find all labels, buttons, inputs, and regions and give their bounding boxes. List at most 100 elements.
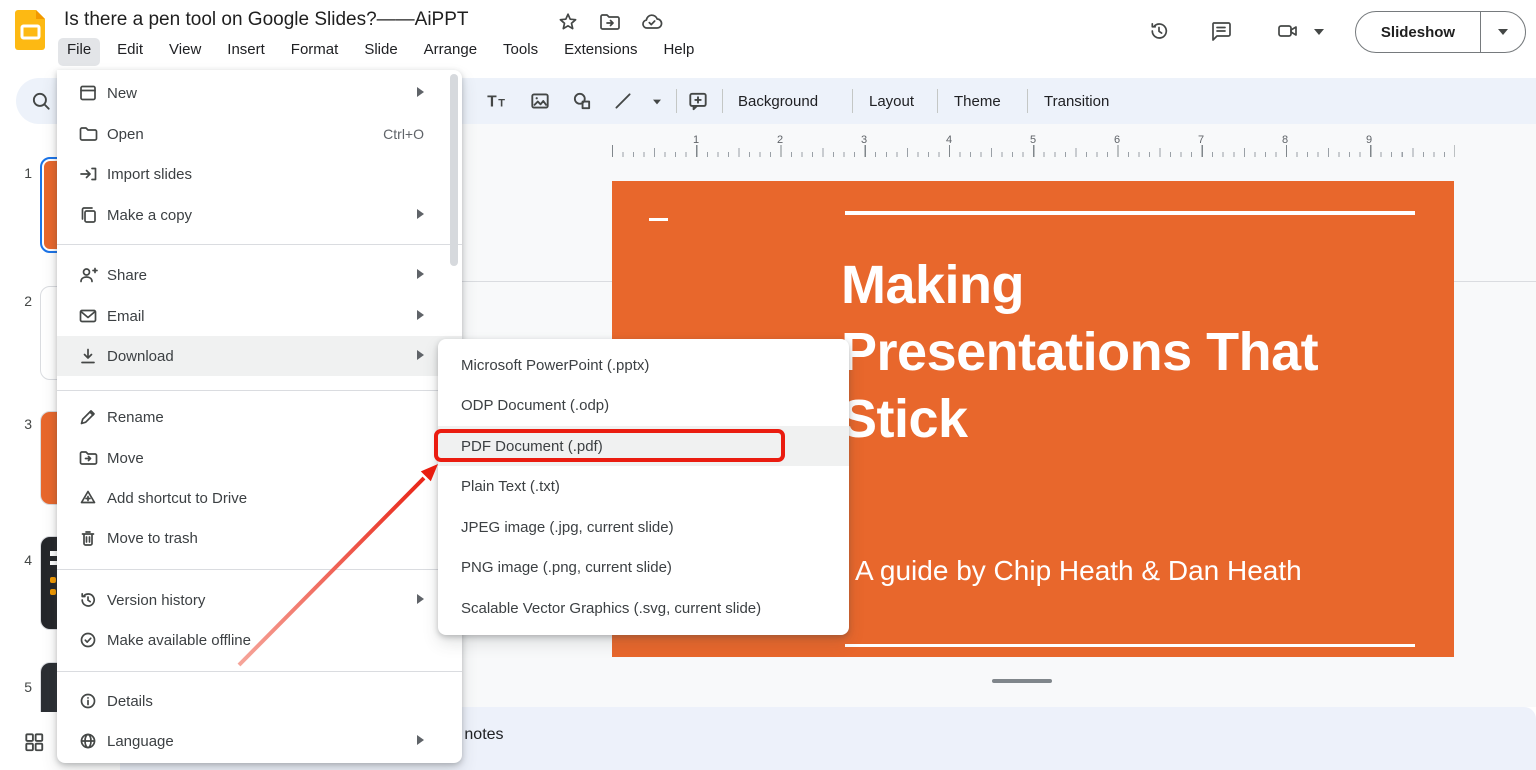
submenu-arrow-icon <box>417 594 424 604</box>
slide-title-text[interactable]: Making Presentations That Stick <box>841 252 1431 453</box>
ruler-number: 5 <box>1029 134 1037 146</box>
slideshow-button[interactable]: Slideshow <box>1356 24 1480 41</box>
submenu-item-txt[interactable]: Plain Text (.txt) <box>438 466 849 506</box>
line-dropdown-icon[interactable] <box>653 99 661 105</box>
menu-slide[interactable]: Slide <box>355 38 406 66</box>
menu-item-import-slides[interactable]: Import slides <box>57 154 462 194</box>
slideshow-split-button: Slideshow <box>1355 11 1526 53</box>
submenu-arrow-icon <box>417 350 424 360</box>
slide-dash-decoration <box>649 218 668 221</box>
toolbar-divider <box>937 89 938 113</box>
menu-format[interactable]: Format <box>282 38 348 66</box>
ruler-number: 9 <box>1365 134 1373 146</box>
slide-top-rule <box>845 211 1415 215</box>
submenu-arrow-icon <box>417 310 424 320</box>
cloud-saved-icon[interactable] <box>640 10 664 39</box>
menu-view[interactable]: View <box>160 38 210 66</box>
slide-number: 4 <box>24 552 32 568</box>
file-menu: New Open Ctrl+O Import slides Make a copy… <box>57 70 462 763</box>
shortcut-label: Ctrl+O <box>383 126 424 142</box>
rename-icon <box>80 410 95 425</box>
menu-separator <box>57 390 462 391</box>
menu-item-open[interactable]: Open Ctrl+O <box>57 114 462 154</box>
menu-extensions[interactable]: Extensions <box>555 38 646 66</box>
menu-item-details[interactable]: Details <box>57 681 462 721</box>
svg-text:T: T <box>498 98 505 110</box>
offline-icon <box>80 632 96 648</box>
slide-bottom-rule <box>845 644 1415 647</box>
background-button[interactable]: Background <box>738 78 818 124</box>
svg-text:T: T <box>487 94 497 111</box>
make-a-copy-icon <box>81 207 96 223</box>
google-slides-logo[interactable] <box>14 8 48 57</box>
ruler-number: 6 <box>1113 134 1121 146</box>
document-title[interactable]: Is there a pen tool on Google Slides?——A… <box>64 9 469 31</box>
menu-insert[interactable]: Insert <box>218 38 274 66</box>
menu-item-download[interactable]: Download <box>57 336 462 376</box>
menu-file[interactable]: File <box>58 38 101 66</box>
theme-button[interactable]: Theme <box>954 78 1001 124</box>
grid-view-icon[interactable] <box>23 731 45 758</box>
notes-resize-handle[interactable] <box>992 679 1052 683</box>
menu-item-make-a-copy[interactable]: Make a copy <box>57 195 462 235</box>
ruler-number: 1 <box>692 134 700 146</box>
annotation-highlight-box <box>434 429 785 462</box>
menu-item-move[interactable]: Move <box>57 438 462 478</box>
meet-camera-icon[interactable] <box>1276 19 1300 48</box>
menu-separator <box>57 671 462 672</box>
download-icon <box>81 348 95 364</box>
insert-comment-icon[interactable] <box>687 78 709 124</box>
submenu-arrow-icon <box>417 269 424 279</box>
info-icon <box>80 693 96 709</box>
comments-icon[interactable] <box>1209 19 1233 48</box>
submenu-item-odp[interactable]: ODP Document (.odp) <box>438 385 849 425</box>
globe-icon <box>80 733 96 749</box>
menu-separator <box>57 244 462 245</box>
slide-number: 5 <box>24 679 32 695</box>
open-icon <box>79 127 98 141</box>
menu-item-share[interactable]: Share <box>57 255 462 295</box>
slideshow-dropdown-button[interactable] <box>1481 29 1525 35</box>
submenu-item-svg[interactable]: Scalable Vector Graphics (.svg, current … <box>438 588 849 628</box>
text-box-icon[interactable]: TT <box>485 78 507 124</box>
menu-item-move-to-trash[interactable]: Move to trash <box>57 518 462 558</box>
submenu-arrow-icon <box>417 87 424 97</box>
ruler-number: 7 <box>1197 134 1205 146</box>
thumbnail-accent-mark <box>50 589 56 595</box>
ruler-number: 2 <box>776 134 784 146</box>
toolbar-divider <box>676 89 677 113</box>
menu-item-email[interactable]: Email <box>57 296 462 336</box>
menu-tools[interactable]: Tools <box>494 38 547 66</box>
trash-icon <box>81 531 95 546</box>
menu-item-version-history[interactable]: Version history <box>57 580 462 620</box>
meet-camera-dropdown-icon[interactable] <box>1314 29 1324 35</box>
menu-item-new[interactable]: New <box>57 73 462 113</box>
submenu-item-png[interactable]: PNG image (.png, current slide) <box>438 547 849 587</box>
insert-image-icon[interactable] <box>529 78 551 124</box>
star-icon[interactable] <box>556 10 580 39</box>
menu-scrollbar[interactable] <box>450 74 458 266</box>
insert-line-icon[interactable] <box>612 78 634 124</box>
menu-item-make-available-offline[interactable]: Make available offline <box>57 620 462 660</box>
thumbnail-accent-mark <box>50 577 56 583</box>
menu-item-language[interactable]: Language <box>57 721 462 761</box>
menu-edit[interactable]: Edit <box>108 38 152 66</box>
version-history-icon <box>81 592 96 607</box>
submenu-item-jpeg[interactable]: JPEG image (.jpg, current slide) <box>438 507 849 547</box>
search-menus-icon[interactable] <box>30 78 52 124</box>
toolbar-divider <box>1027 89 1028 113</box>
slide-number: 2 <box>24 293 32 309</box>
add-shortcut-drive-icon <box>80 490 96 504</box>
transition-button[interactable]: Transition <box>1044 78 1109 124</box>
layout-button[interactable]: Layout <box>869 78 914 124</box>
move-to-folder-icon[interactable] <box>598 10 622 39</box>
menu-help[interactable]: Help <box>654 38 703 66</box>
version-history-icon[interactable] <box>1147 19 1171 48</box>
slide-subtitle-text[interactable]: A guide by Chip Heath & Dan Heath <box>855 555 1302 587</box>
insert-shape-icon[interactable] <box>571 78 593 124</box>
import-slides-icon <box>80 167 97 181</box>
menu-item-add-shortcut-to-drive[interactable]: Add shortcut to Drive <box>57 478 462 518</box>
menu-item-rename[interactable]: Rename <box>57 397 462 437</box>
menu-arrange[interactable]: Arrange <box>415 38 486 66</box>
submenu-item-pptx[interactable]: Microsoft PowerPoint (.pptx) <box>438 345 849 385</box>
